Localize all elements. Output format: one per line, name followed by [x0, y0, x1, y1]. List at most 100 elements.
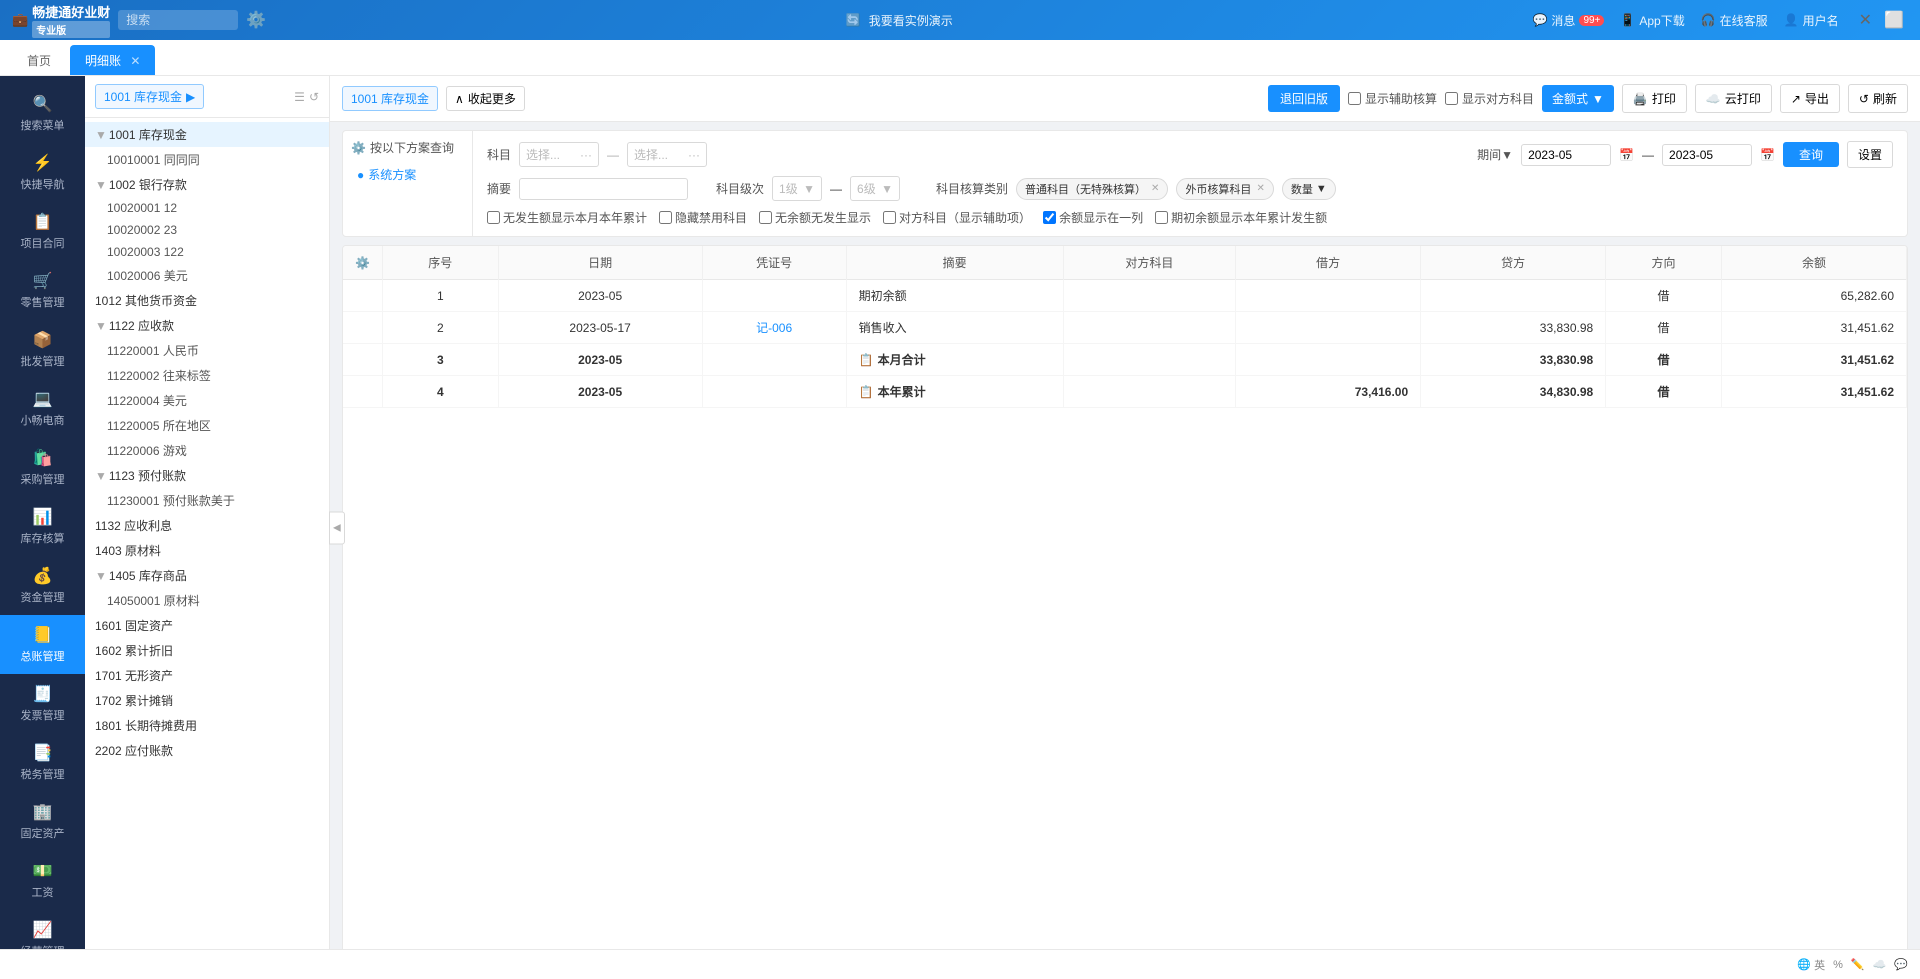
system-scheme-btn[interactable]: ● 系统方案 [351, 162, 464, 187]
tree-item-10010001[interactable]: 10010001 同同同 [85, 147, 329, 172]
period-label: 期间▼ [1477, 146, 1513, 163]
sidebar-item-invoice[interactable]: 🧾 发票管理 [0, 674, 85, 733]
checkbox-opposite-subject[interactable]: 对方科目（显示辅助项） [883, 209, 1031, 226]
tree-item-1132[interactable]: 1132 应收利息 [85, 513, 329, 538]
tree-item-1001[interactable]: ▼1001 库存现金 [85, 122, 329, 147]
sidebar-item-fixed-assets[interactable]: 🏢 固定资产 [0, 792, 85, 851]
sidebar-item-tax[interactable]: 📑 税务管理 [0, 733, 85, 792]
top-bar: 💼 畅捷通好业财 专业版 ⚙️ 🔄 我要看实例演示 💬 消息 99+ 📱 App… [0, 0, 1920, 40]
account-list-icon[interactable]: ☰ [294, 90, 305, 104]
subject-input[interactable]: 选择... ··· [519, 142, 599, 167]
tree-item-11220002[interactable]: 11220002 往来标签 [85, 363, 329, 388]
close-window-btn[interactable]: ✕ [1855, 10, 1876, 30]
tag-normal-subject[interactable]: 普通科目（无特殊核算） ✕ [1016, 178, 1168, 200]
tree-item-10020003[interactable]: 10020003 122 [85, 241, 329, 263]
sidebar-item-purchase[interactable]: 🛍️ 采购管理 [0, 438, 85, 497]
app-download-btn[interactable]: 📱 App下载 [1620, 12, 1684, 29]
demo-link[interactable]: 我要看实例演示 [869, 12, 953, 29]
message-btn[interactable]: 💬 消息 99+ [1532, 12, 1604, 29]
format-btn[interactable]: 金额式 ▼ [1542, 85, 1614, 112]
tag-normal-close[interactable]: ✕ [1151, 183, 1159, 194]
maximize-btn[interactable]: ⬜ [1880, 10, 1908, 30]
tree-item-1012[interactable]: 1012 其他货币资金 [85, 288, 329, 313]
tree-item-1602[interactable]: 1602 累计折旧 [85, 638, 329, 663]
print-btn[interactable]: 🖨️ 打印 [1622, 84, 1687, 113]
tree-item-1122[interactable]: ▼1122 应收款 [85, 313, 329, 338]
tab-close-icon[interactable]: ✕ [130, 54, 140, 68]
cloud-print-btn[interactable]: ☁️ 云打印 [1695, 84, 1772, 113]
tree-item-10020002[interactable]: 10020002 23 [85, 219, 329, 241]
checkbox-opening-balance[interactable]: 期初余额显示本年累计发生额 [1155, 209, 1327, 226]
top-search-input[interactable] [118, 10, 238, 30]
tree-item-11230001[interactable]: 11230001 预付账款美于 [85, 488, 329, 513]
tag-foreign-close[interactable]: ✕ [1256, 183, 1264, 194]
col-settings[interactable]: ⚙️ [343, 246, 382, 280]
query-btn[interactable]: 查询 [1783, 142, 1839, 167]
panel-collapse-toggle[interactable]: ◀ [329, 511, 345, 544]
user-avatar-btn[interactable]: 👤 用户名 [1784, 12, 1839, 29]
tree-item-1801[interactable]: 1801 长期待摊费用 [85, 713, 329, 738]
sidebar-item-label: 项目合同 [21, 235, 65, 251]
tag-quantity[interactable]: 数量 ▼ [1282, 178, 1336, 200]
chat-btn[interactable]: 💬 [1894, 958, 1908, 971]
level-to-select[interactable]: 6级 ▼ [850, 176, 900, 201]
checkbox-hide-disabled[interactable]: 隐藏禁用科目 [659, 209, 747, 226]
tree-item-11220001[interactable]: 11220001 人民币 [85, 338, 329, 363]
period-start-input[interactable] [1521, 144, 1611, 166]
return-old-btn[interactable]: 退回旧版 [1268, 85, 1340, 112]
tree-item-11220004[interactable]: 11220004 美元 [85, 388, 329, 413]
account-tag-arrow[interactable]: ▶ [186, 90, 195, 104]
subject-input-2[interactable]: 选择... ··· [627, 142, 707, 167]
sidebar-item-wholesale[interactable]: 📦 批发管理 [0, 320, 85, 379]
tree-item-10020001[interactable]: 10020001 12 [85, 197, 329, 219]
tag-quantity-arrow[interactable]: ▼ [1316, 183, 1327, 195]
tree-item-14050001[interactable]: 14050001 原材料 [85, 588, 329, 613]
tab-home[interactable]: 首页 [12, 45, 66, 75]
tree-item-10020006[interactable]: 10020006 美元 [85, 263, 329, 288]
sidebar-item-search-menu[interactable]: 🔍 搜索菜单 [0, 84, 85, 143]
checkbox-no-amount[interactable]: 无发生额显示本月本年累计 [487, 209, 647, 226]
tree-item-1601[interactable]: 1601 固定资产 [85, 613, 329, 638]
online-service-btn[interactable]: 🎧 在线客服 [1701, 12, 1768, 29]
cloud-btn[interactable]: ☁️ [1873, 958, 1887, 971]
sidebar-item-capital[interactable]: 💰 资金管理 [0, 556, 85, 615]
col-settings-icon[interactable]: ⚙️ [355, 256, 370, 270]
tree-item-1405[interactable]: ▼1405 库存商品 [85, 563, 329, 588]
row-voucher[interactable]: 记-006 [702, 312, 846, 344]
checkbox-balance-one-col[interactable]: 余额显示在一列 [1043, 209, 1143, 226]
sidebar-item-general-ledger[interactable]: 📒 总账管理 [0, 615, 85, 674]
period-end-input[interactable] [1662, 144, 1752, 166]
tag-foreign-currency[interactable]: 外币核算科目 ✕ [1176, 178, 1273, 200]
capital-icon: 💰 [33, 566, 53, 586]
bottom-bar: 🌐 英 % ✏️ ☁️ 💬 [0, 949, 1920, 979]
settings-icon[interactable]: ⚙️ [246, 10, 266, 30]
tab-ledger[interactable]: 明细账 ✕ [70, 45, 155, 75]
tree-item-11220006[interactable]: 11220006 游戏 [85, 438, 329, 463]
tree-item-1123[interactable]: ▼1123 预付账款 [85, 463, 329, 488]
expand-more-btn[interactable]: ∧ 收起更多 [446, 86, 525, 111]
show-opposite-checkbox[interactable]: 显示对方科目 [1445, 90, 1534, 107]
checkbox-no-balance[interactable]: 无余额无发生显示 [759, 209, 871, 226]
lang-btn[interactable]: 🌐 英 [1797, 957, 1825, 973]
sidebar-item-salary[interactable]: 💵 工资 [0, 851, 85, 910]
percent-btn[interactable]: % [1833, 959, 1843, 971]
setting-btn[interactable]: 设置 [1847, 141, 1893, 168]
sidebar-item-quick-nav[interactable]: ⚡ 快捷导航 [0, 143, 85, 202]
refresh-btn[interactable]: ↺ 刷新 [1848, 84, 1908, 113]
tree-item-1701[interactable]: 1701 无形资产 [85, 663, 329, 688]
tree-item-1002[interactable]: ▼1002 银行存款 [85, 172, 329, 197]
level-from-select[interactable]: 1级 ▼ [772, 176, 822, 201]
sidebar-item-retail[interactable]: 🛒 零售管理 [0, 261, 85, 320]
show-auxiliary-checkbox[interactable]: 显示辅助核算 [1348, 90, 1437, 107]
tree-item-1403[interactable]: 1403 原材料 [85, 538, 329, 563]
export-btn[interactable]: ↗ 导出 [1780, 84, 1840, 113]
sidebar-item-mini-ecommerce[interactable]: 💻 小畅电商 [0, 379, 85, 438]
edit-btn[interactable]: ✏️ [1851, 958, 1865, 971]
summary-input[interactable] [519, 178, 688, 200]
account-refresh-icon[interactable]: ↺ [309, 90, 319, 104]
sidebar-item-project-contract[interactable]: 📋 项目合同 [0, 202, 85, 261]
tree-item-2202[interactable]: 2202 应付账款 [85, 738, 329, 763]
tree-item-11220005[interactable]: 11220005 所在地区 [85, 413, 329, 438]
tree-item-1702[interactable]: 1702 累计摊销 [85, 688, 329, 713]
sidebar-item-inventory[interactable]: 📊 库存核算 [0, 497, 85, 556]
